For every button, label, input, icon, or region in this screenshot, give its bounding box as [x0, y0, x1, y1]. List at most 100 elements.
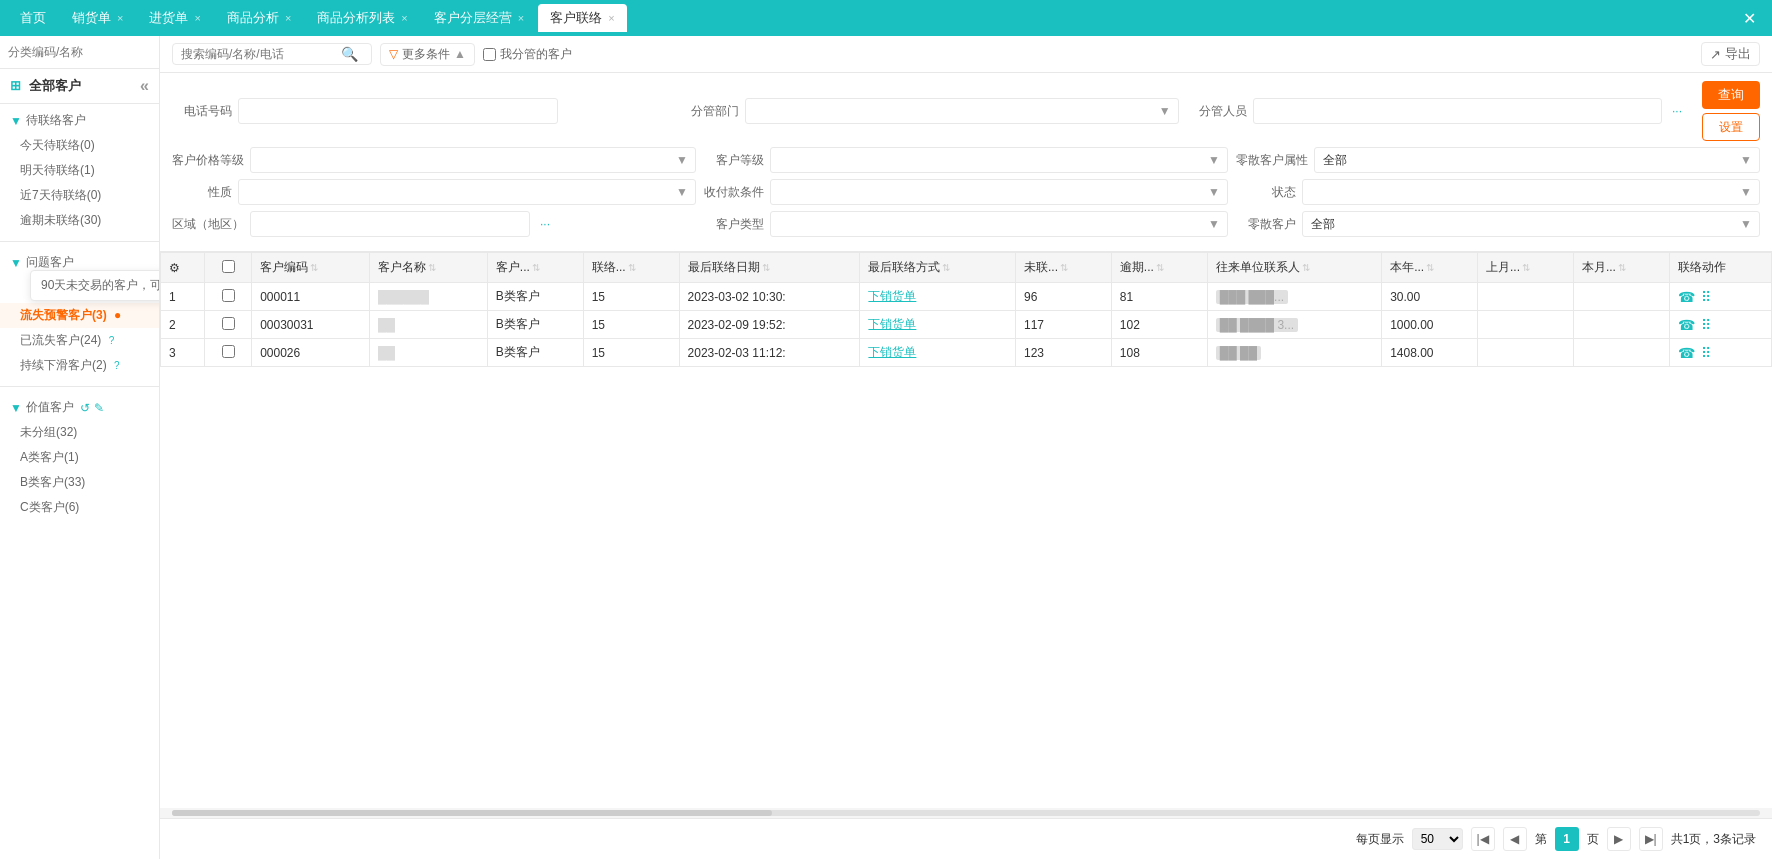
last-way-link[interactable]: 下销货单: [868, 289, 916, 303]
export-button[interactable]: ↗ 导出: [1701, 42, 1760, 66]
zero-retail-select[interactable]: 全部: [1302, 211, 1760, 237]
payment-select[interactable]: [770, 179, 1228, 205]
tab-customer-contact[interactable]: 客户联络 ×: [538, 4, 626, 32]
region-input[interactable]: [250, 211, 530, 237]
col-code[interactable]: 客户编码⇅: [252, 253, 370, 283]
col-checkbox[interactable]: [204, 253, 251, 283]
tab-analysis-list[interactable]: 商品分析列表 ×: [305, 4, 419, 32]
sidebar-item-class-a[interactable]: A类客户(1): [0, 445, 159, 470]
tab-home[interactable]: 首页: [8, 4, 58, 32]
toolbar-search-icon[interactable]: 🔍: [341, 46, 358, 62]
sidebar-section-pending-title[interactable]: ▼ 待联络客户: [0, 108, 159, 133]
sidebar-item-ungroup[interactable]: 未分组(32): [0, 420, 159, 445]
sidebar-item-tomorrow-contact[interactable]: 明天待联络(1): [0, 158, 159, 183]
my-customer-checkbox[interactable]: [483, 48, 496, 61]
scrollbar-track: [172, 810, 1760, 816]
col-settings[interactable]: ⚙: [161, 253, 205, 283]
settings-button[interactable]: 设置: [1702, 113, 1760, 141]
more-icon-1[interactable]: ⠿: [1701, 317, 1711, 333]
per-page-select[interactable]: 50 100 200: [1412, 828, 1463, 850]
last-way-link[interactable]: 下销货单: [868, 317, 916, 331]
col-last-way[interactable]: 最后联络方式⇅: [860, 253, 1016, 283]
sidebar-item-today-contact[interactable]: 今天待联络(0): [0, 133, 159, 158]
sidebar-section-value-title[interactable]: ▼ 价值客户 ↺ ✎: [0, 395, 159, 420]
sidebar-item-class-c[interactable]: C类客户(6): [0, 495, 159, 520]
customer-level-select[interactable]: [770, 147, 1228, 173]
value-refresh-icon[interactable]: ↺: [80, 401, 90, 415]
last-page-button[interactable]: ▶|: [1639, 827, 1663, 851]
cell-last-way[interactable]: 下销货单: [860, 283, 1016, 311]
col-this-month[interactable]: 本月...⇅: [1573, 253, 1669, 283]
nature-select[interactable]: [238, 179, 696, 205]
col-unit-contact[interactable]: 往来单位联系人⇅: [1207, 253, 1381, 283]
tab-analysis-list-close[interactable]: ×: [401, 12, 407, 24]
contact-icon-2[interactable]: ☎: [1678, 345, 1695, 361]
col-contact[interactable]: 联络...⇅: [583, 253, 679, 283]
sidebar-all-label: 全部客户: [29, 78, 81, 93]
last-way-link[interactable]: 下销货单: [868, 345, 916, 359]
toolbar-search-input[interactable]: [181, 47, 341, 61]
zero-retail-attr-select[interactable]: 全部: [1314, 147, 1760, 173]
sidebar-search-input[interactable]: [8, 45, 158, 59]
col-last-month[interactable]: 上月...⇅: [1478, 253, 1574, 283]
my-customer-checkbox-wrap[interactable]: 我分管的客户: [483, 46, 572, 63]
sidebar-item-week-contact[interactable]: 近7天待联络(0): [0, 183, 159, 208]
row-checkbox-1[interactable]: [222, 317, 235, 330]
manager-select[interactable]: [1253, 98, 1662, 124]
window-close-button[interactable]: ✕: [1735, 9, 1764, 28]
query-button[interactable]: 查询: [1702, 81, 1760, 109]
tab-sales-close[interactable]: ×: [117, 12, 123, 24]
col-overdue[interactable]: 逾期...⇅: [1111, 253, 1207, 283]
tab-analysis-close[interactable]: ×: [285, 12, 291, 24]
contact-icon-0[interactable]: ☎: [1678, 289, 1695, 305]
status-select[interactable]: [1302, 179, 1760, 205]
prev-page-button[interactable]: ◀: [1503, 827, 1527, 851]
sidebar-item-loss-warning[interactable]: 流失预警客户(3) ●: [0, 303, 159, 328]
tab-purchase-close[interactable]: ×: [194, 12, 200, 24]
dept-select[interactable]: [745, 98, 1178, 124]
sidebar-item-overdue-contact[interactable]: 逾期未联络(30): [0, 208, 159, 233]
contact-icon-1[interactable]: ☎: [1678, 317, 1695, 333]
cell-num: 1: [161, 283, 205, 311]
more-icon-2[interactable]: ⠿: [1701, 345, 1711, 361]
cell-unit-contact: ██ ████ 3...: [1207, 311, 1381, 339]
more-filter-button[interactable]: ▽ 更多条件 ▲: [380, 43, 475, 66]
region-dots[interactable]: ···: [536, 217, 554, 231]
tab-purchase[interactable]: 进货单 ×: [137, 4, 212, 32]
zero-retail-value: 全部: [1311, 216, 1335, 233]
nature-label: 性质: [172, 184, 232, 201]
scrollbar-thumb[interactable]: [172, 810, 772, 816]
col-name[interactable]: 客户名称⇅: [369, 253, 487, 283]
cell-last-way[interactable]: 下销货单: [860, 339, 1016, 367]
col-last-date[interactable]: 最后联络日期⇅: [679, 253, 860, 283]
sidebar-all-customers[interactable]: ⊞ 全部客户 «: [0, 69, 159, 104]
sidebar-section-value: ▼ 价值客户 ↺ ✎ 未分组(32) A类客户(1) B类客户(33) C类客户…: [0, 391, 159, 524]
cell-last-way[interactable]: 下销货单: [860, 311, 1016, 339]
customer-type-select[interactable]: [770, 211, 1228, 237]
tab-customer-contact-close[interactable]: ×: [608, 12, 614, 24]
next-page-button[interactable]: ▶: [1607, 827, 1631, 851]
tab-customer-tier[interactable]: 客户分层经营 ×: [422, 4, 536, 32]
row-checkbox-0[interactable]: [222, 289, 235, 302]
manager-dots[interactable]: ···: [1668, 104, 1686, 118]
more-icon-0[interactable]: ⠿: [1701, 289, 1711, 305]
value-edit-icon[interactable]: ✎: [94, 401, 104, 415]
sidebar-item-lost-customer[interactable]: 已流失客户(24) ?: [0, 328, 159, 353]
cell-checkbox[interactable]: [204, 339, 251, 367]
col-type[interactable]: 客户...⇅: [487, 253, 583, 283]
cell-checkbox[interactable]: [204, 283, 251, 311]
horizontal-scrollbar[interactable]: [160, 808, 1772, 818]
tab-sales[interactable]: 销货单 ×: [60, 4, 135, 32]
tab-analysis[interactable]: 商品分析 ×: [215, 4, 303, 32]
sidebar-item-class-b[interactable]: B类客户(33): [0, 470, 159, 495]
sidebar-item-declining-customer[interactable]: 持续下滑客户(2) ?: [0, 353, 159, 378]
col-not-contact[interactable]: 未联...⇅: [1015, 253, 1111, 283]
col-this-year[interactable]: 本年...⇅: [1382, 253, 1478, 283]
first-page-button[interactable]: |◀: [1471, 827, 1495, 851]
select-all-checkbox[interactable]: [222, 260, 235, 273]
phone-input[interactable]: [238, 98, 558, 124]
tab-customer-tier-close[interactable]: ×: [518, 12, 524, 24]
price-level-select[interactable]: [250, 147, 696, 173]
cell-checkbox[interactable]: [204, 311, 251, 339]
row-checkbox-2[interactable]: [222, 345, 235, 358]
